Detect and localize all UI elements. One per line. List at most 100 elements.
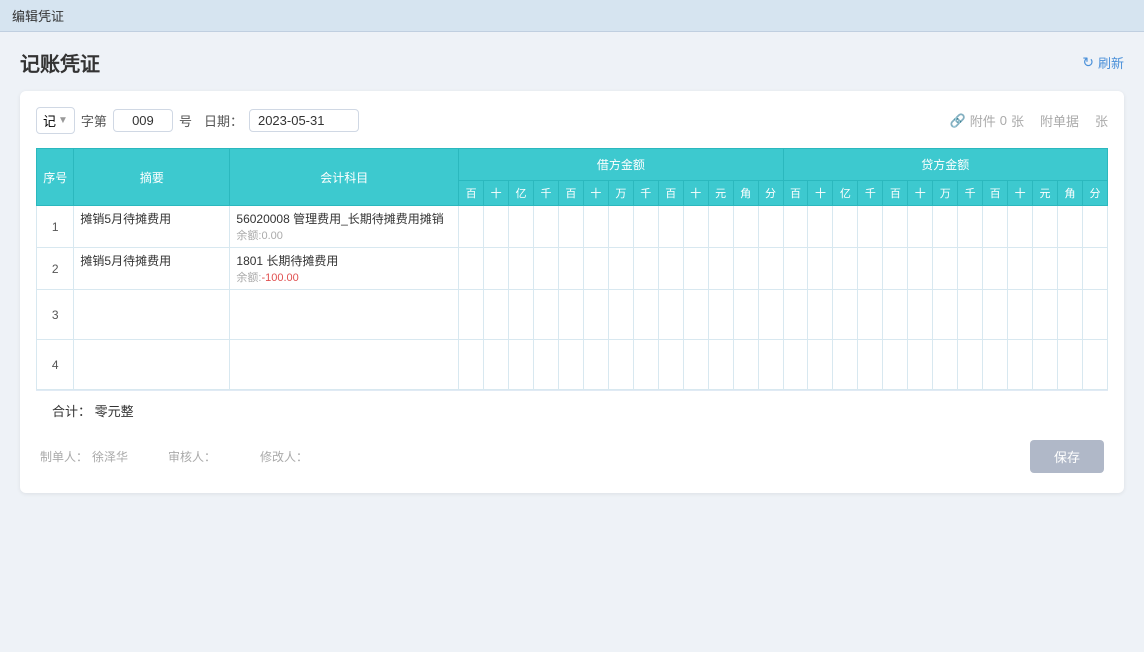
row1-c5[interactable] [883,206,908,248]
row2-c3[interactable] [833,248,858,290]
table-body: 1 摊销5月待摊费用 56020008 管理费用_长期待摊费用摊销 余额:0.0… [37,206,1108,390]
row1-c6[interactable] [908,206,933,248]
row2-d8[interactable] [633,248,658,290]
date-label: 日期： [204,111,243,130]
sub-debit-bai1: 百 [558,181,583,206]
row2-c7[interactable] [933,248,958,290]
row1-d7[interactable] [608,206,633,248]
row2-summary[interactable]: 摊销5月待摊费用 [74,248,230,290]
sub-credit-yuan: 元 [1033,181,1058,206]
row2-d3[interactable] [509,248,534,290]
col-seq-header: 序号 [37,149,74,206]
row4-summary[interactable] [74,340,230,390]
row1-d4[interactable] [534,206,559,248]
sub-credit-bai2: 百 [983,181,1008,206]
voucher-number-input[interactable] [113,109,173,132]
row1-seq: 1 [37,206,74,248]
row1-d8[interactable] [633,206,658,248]
row2-c2[interactable] [808,248,833,290]
row2-d10[interactable] [683,248,708,290]
page-title: 记账凭证 [20,48,100,77]
row2-d13[interactable] [758,248,783,290]
voucher-card: 记 ▼ 字第 号 日期： 🔗 附件 0 张 附单据 张 [20,91,1124,493]
row3-account[interactable] [230,290,459,340]
row2-seq: 2 [37,248,74,290]
row1-d12[interactable] [733,206,758,248]
row1-d9[interactable] [658,206,683,248]
title-bar-label: 编辑凭证 [12,9,64,24]
row2-d2[interactable] [484,248,509,290]
row1-c10[interactable] [1008,206,1033,248]
refresh-button[interactable]: ↻ 刷新 [1082,53,1124,72]
row1-c9[interactable] [983,206,1008,248]
row1-d6[interactable] [583,206,608,248]
credit-header: 贷方金额 [783,149,1107,181]
row1-c1[interactable] [783,206,808,248]
save-button[interactable]: 保存 [1030,440,1104,473]
row1-c7[interactable] [933,206,958,248]
row1-d11[interactable] [708,206,733,248]
sub-credit-shi2: 十 [1008,181,1033,206]
row2-c6[interactable] [908,248,933,290]
row2-d11[interactable] [708,248,733,290]
row1-c8[interactable] [958,206,983,248]
attach-single-label[interactable]: 附单据 [1040,111,1079,130]
zi-label: 字第 [81,111,107,130]
row2-c13[interactable] [1082,248,1107,290]
row2-c10[interactable] [1008,248,1033,290]
row1-c11[interactable] [1033,206,1058,248]
row2-c4[interactable] [858,248,883,290]
row3-summary[interactable] [74,290,230,340]
row1-d2[interactable] [484,206,509,248]
sub-debit-wan: 万 [608,181,633,206]
total-value: 零元整 [95,404,134,419]
row1-summary[interactable]: 摊销5月待摊费用 [74,206,230,248]
footer-row: 制单人： 徐泽华 审核人： 修改人： 保存 [36,430,1108,477]
sub-debit-yuan: 元 [708,181,733,206]
row1-d13[interactable] [758,206,783,248]
creator-label: 制单人： [40,448,88,465]
row2-d1[interactable] [459,248,484,290]
row1-c4[interactable] [858,206,883,248]
row2-d7[interactable] [608,248,633,290]
row2-c1[interactable] [783,248,808,290]
sub-debit-qian2: 千 [633,181,658,206]
table-row: 4 [37,340,1108,390]
total-row: 合计： 零元整 [36,390,1108,430]
row1-c2[interactable] [808,206,833,248]
row2-d12[interactable] [733,248,758,290]
row1-d10[interactable] [683,206,708,248]
row2-c5[interactable] [883,248,908,290]
table-row: 3 [37,290,1108,340]
sub-debit-fen: 分 [758,181,783,206]
row2-account[interactable]: 1801 长期待摊费用 余额:-100.00 [230,248,459,290]
sub-debit-shi: 十 [484,181,509,206]
row1-account[interactable]: 56020008 管理费用_长期待摊费用摊销 余额:0.00 [230,206,459,248]
row1-c3[interactable] [833,206,858,248]
row1-c13[interactable] [1082,206,1107,248]
prefix-select[interactable]: 记 ▼ [36,107,75,134]
attach-single-value: 张 [1095,111,1108,130]
row2-c8[interactable] [958,248,983,290]
row2-d5[interactable] [558,248,583,290]
sub-debit-bai: 百 [459,181,484,206]
row2-d4[interactable] [534,248,559,290]
row2-c12[interactable] [1058,248,1083,290]
row2-c11[interactable] [1033,248,1058,290]
row1-d3[interactable] [509,206,534,248]
row2-d9[interactable] [658,248,683,290]
right-actions: 🔗 附件 0 张 附单据 张 [950,111,1108,130]
date-input[interactable] [249,109,359,132]
row2-d6[interactable] [583,248,608,290]
sub-credit-qian1: 千 [858,181,883,206]
row1-c12[interactable] [1058,206,1083,248]
hao-label: 号 [179,111,192,130]
row2-c9[interactable] [983,248,1008,290]
row1-d5[interactable] [558,206,583,248]
paperclip-icon: 🔗 [950,113,966,129]
attach-button[interactable]: 🔗 附件 0 张 [950,111,1024,130]
row4-account[interactable] [230,340,459,390]
modifier-label: 修改人： [260,448,308,465]
row1-d1[interactable] [459,206,484,248]
sub-credit-bai: 百 [783,181,808,206]
